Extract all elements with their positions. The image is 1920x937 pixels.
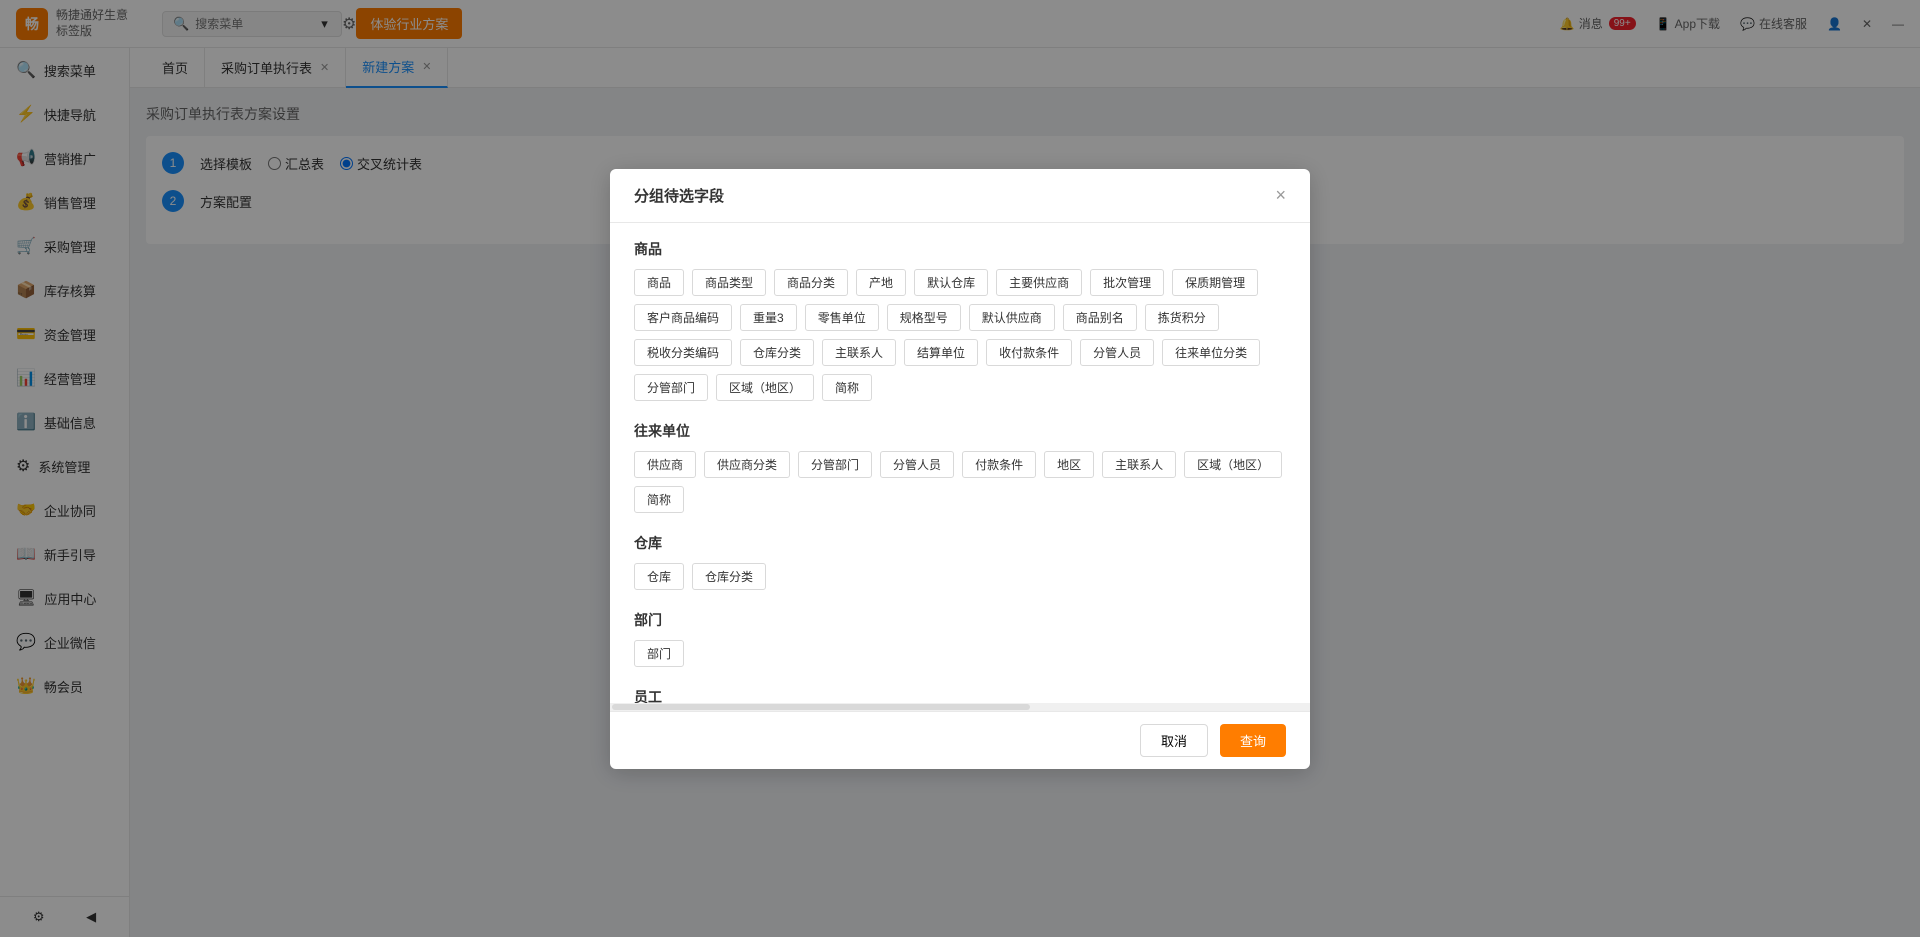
field-tag-0-17[interactable]: 主联系人 <box>822 339 896 366</box>
field-tags-0: 商品商品类型商品分类产地默认仓库主要供应商批次管理保质期管理客户商品编码重量3 零… <box>634 269 1286 401</box>
modal-title: 分组待选字段 <box>634 185 724 206</box>
field-tag-1-5[interactable]: 地区 <box>1044 451 1094 478</box>
field-tag-0-6[interactable]: 批次管理 <box>1090 269 1164 296</box>
field-tag-1-4[interactable]: 付款条件 <box>962 451 1036 478</box>
field-tag-0-1[interactable]: 商品类型 <box>692 269 766 296</box>
field-section-1: 往来单位供应商供应商分类分管部门分管人员付款条件地区主联系人区域（地区） 简称 <box>634 421 1286 513</box>
field-tag-0-3[interactable]: 产地 <box>856 269 906 296</box>
field-section-0: 商品商品商品类型商品分类产地默认仓库主要供应商批次管理保质期管理客户商品编码重量… <box>634 239 1286 401</box>
field-tag-0-14[interactable]: 拣货积分 <box>1145 304 1219 331</box>
field-tag-0-15[interactable]: 税收分类编码 <box>634 339 732 366</box>
field-tags-1: 供应商供应商分类分管部门分管人员付款条件地区主联系人区域（地区） 简称 <box>634 451 1286 513</box>
modal-body: 商品商品商品类型商品分类产地默认仓库主要供应商批次管理保质期管理客户商品编码重量… <box>610 223 1310 703</box>
field-tags-3: 部门 <box>634 640 1286 667</box>
field-tag-0-9[interactable]: 重量3 <box>740 304 797 331</box>
field-tag-0-13[interactable]: 商品别名 <box>1063 304 1137 331</box>
cancel-button[interactable]: 取消 <box>1140 724 1208 757</box>
field-tag-0-21[interactable]: 往来单位分类 <box>1162 339 1260 366</box>
modal: 分组待选字段 × 商品商品商品类型商品分类产地默认仓库主要供应商批次管理保质期管… <box>610 169 1310 769</box>
field-tag-1-3[interactable]: 分管人员 <box>880 451 954 478</box>
confirm-button[interactable]: 查询 <box>1220 724 1286 757</box>
field-tag-1-0[interactable]: 供应商 <box>634 451 696 478</box>
section-title-4: 员工 <box>634 687 1286 703</box>
field-tag-0-5[interactable]: 主要供应商 <box>996 269 1082 296</box>
modal-footer: 取消 查询 <box>610 711 1310 769</box>
field-tag-0-24[interactable]: 简称 <box>822 374 872 401</box>
field-tag-0-10[interactable]: 零售单位 <box>805 304 879 331</box>
field-tag-2-0[interactable]: 仓库 <box>634 563 684 590</box>
field-tag-0-22[interactable]: 分管部门 <box>634 374 708 401</box>
scrollbar-thumb <box>612 704 1030 710</box>
field-tag-0-8[interactable]: 客户商品编码 <box>634 304 732 331</box>
field-tag-1-2[interactable]: 分管部门 <box>798 451 872 478</box>
field-tag-0-19[interactable]: 收付款条件 <box>986 339 1072 366</box>
field-tag-0-16[interactable]: 仓库分类 <box>740 339 814 366</box>
field-tag-0-23[interactable]: 区域（地区） <box>716 374 814 401</box>
modal-overlay: 分组待选字段 × 商品商品商品类型商品分类产地默认仓库主要供应商批次管理保质期管… <box>0 0 1920 937</box>
field-tag-0-0[interactable]: 商品 <box>634 269 684 296</box>
field-tag-1-6[interactable]: 主联系人 <box>1102 451 1176 478</box>
field-tag-0-4[interactable]: 默认仓库 <box>914 269 988 296</box>
field-tag-1-8[interactable]: 简称 <box>634 486 684 513</box>
field-tag-1-7[interactable]: 区域（地区） <box>1184 451 1282 478</box>
field-tag-0-20[interactable]: 分管人员 <box>1080 339 1154 366</box>
field-section-2: 仓库仓库仓库分类 <box>634 533 1286 590</box>
field-tag-3-0[interactable]: 部门 <box>634 640 684 667</box>
section-title-2: 仓库 <box>634 533 1286 553</box>
modal-close-btn[interactable]: × <box>1275 185 1286 206</box>
section-title-0: 商品 <box>634 239 1286 259</box>
field-section-4: 员工业务员 <box>634 687 1286 703</box>
field-tags-2: 仓库仓库分类 <box>634 563 1286 590</box>
field-tag-0-2[interactable]: 商品分类 <box>774 269 848 296</box>
field-tag-0-18[interactable]: 结算单位 <box>904 339 978 366</box>
section-title-1: 往来单位 <box>634 421 1286 441</box>
field-section-3: 部门部门 <box>634 610 1286 667</box>
modal-header: 分组待选字段 × <box>610 169 1310 223</box>
field-tag-1-1[interactable]: 供应商分类 <box>704 451 790 478</box>
section-title-3: 部门 <box>634 610 1286 630</box>
horizontal-scrollbar <box>610 703 1310 711</box>
field-tag-0-12[interactable]: 默认供应商 <box>969 304 1055 331</box>
field-tag-0-7[interactable]: 保质期管理 <box>1172 269 1258 296</box>
field-tag-0-11[interactable]: 规格型号 <box>887 304 961 331</box>
field-tag-2-1[interactable]: 仓库分类 <box>692 563 766 590</box>
